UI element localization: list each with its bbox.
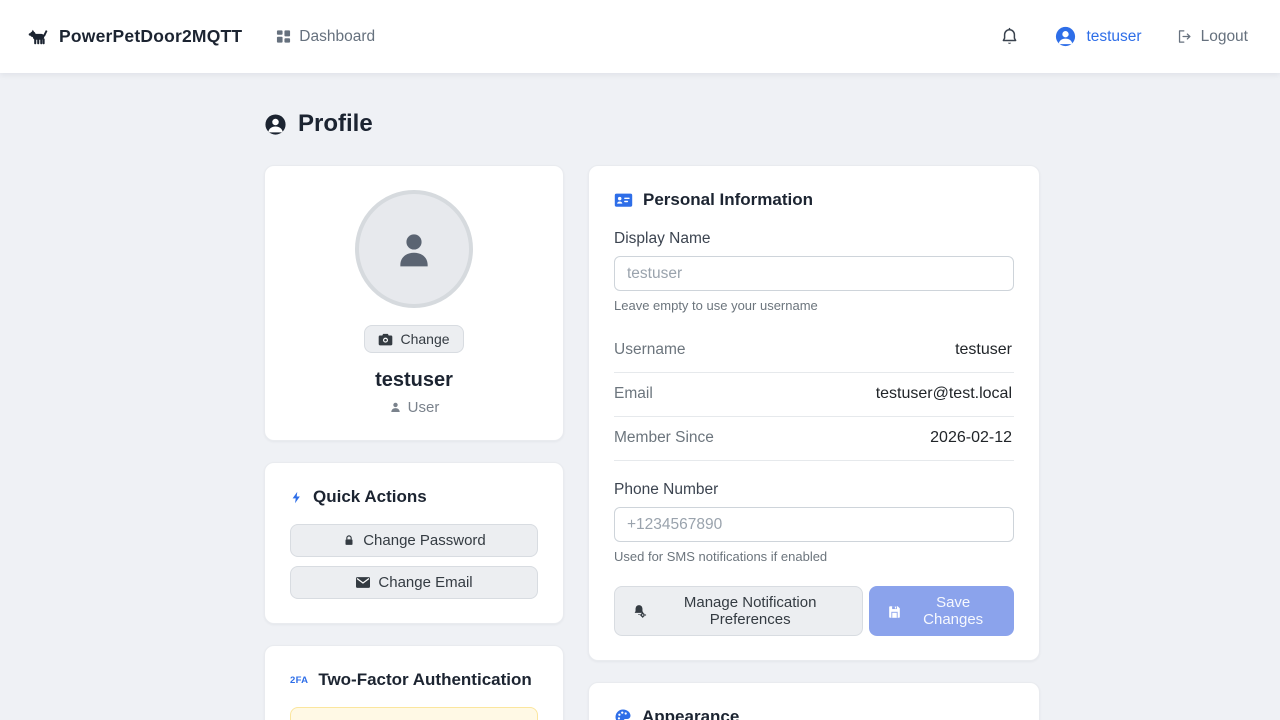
left-column: Change testuser User Quick Actions Chang… <box>264 165 564 720</box>
personal-info-card: Personal Information Display Name Leave … <box>588 165 1040 661</box>
member-since-value: 2026-02-12 <box>930 429 1012 446</box>
display-name-input[interactable] <box>614 256 1014 291</box>
info-row-username: Username testuser <box>614 329 1014 373</box>
nav-dashboard-link[interactable]: Dashboard <box>276 28 375 46</box>
save-changes-button[interactable]: Save Changes <box>869 586 1014 636</box>
lightning-icon <box>290 489 303 506</box>
email-value: testuser@test.local <box>875 385 1012 402</box>
main-content: Profile Change testuser User Quick Actio… <box>264 110 1040 720</box>
save-changes-label: Save Changes <box>923 594 984 628</box>
profile-display-name: testuser <box>375 369 453 391</box>
envelope-icon <box>355 576 371 589</box>
profile-role: User <box>290 399 538 416</box>
grid-icon <box>276 29 291 44</box>
phone-number-input[interactable] <box>614 507 1014 542</box>
quick-actions-card: Quick Actions Change Password Change Ema… <box>264 462 564 624</box>
notifications-button[interactable] <box>999 26 1020 47</box>
display-name-help: Leave empty to use your username <box>614 298 818 313</box>
member-since-label: Member Since <box>614 429 714 446</box>
navbar: PowerPetDoor2MQTT Dashboard testuser Log… <box>0 0 1280 73</box>
phone-number-label: Phone Number <box>614 481 719 498</box>
manage-notifications-label: Manage Notification Preferences <box>683 594 817 628</box>
profile-role-label: User <box>407 399 440 416</box>
profile-card: Change testuser User <box>264 165 564 441</box>
camera-icon <box>378 333 393 346</box>
right-column: Personal Information Display Name Leave … <box>588 165 1040 720</box>
logout-label: Logout <box>1200 27 1248 45</box>
nav-dashboard-label: Dashboard <box>299 27 376 45</box>
change-password-button[interactable]: Change Password <box>290 524 538 557</box>
two-factor-title-text: Two-Factor Authentication <box>318 670 532 689</box>
appearance-title-text: Appearance <box>642 707 740 720</box>
logout-icon <box>1176 28 1193 45</box>
brand-title: PowerPetDoor2MQTT <box>59 26 243 46</box>
logout-link[interactable]: Logout <box>1176 28 1248 46</box>
quick-actions-title-text: Quick Actions <box>313 487 427 506</box>
avatar <box>355 190 473 308</box>
lock-icon <box>342 533 356 548</box>
person-circle-icon <box>264 113 287 136</box>
nav-username: testuser <box>1086 27 1142 45</box>
info-row-member-since: Member Since 2026-02-12 <box>614 417 1014 461</box>
change-avatar-label: Change <box>400 331 450 347</box>
quick-actions-title: Quick Actions <box>290 487 538 507</box>
change-avatar-button[interactable]: Change <box>364 325 464 353</box>
manage-notifications-button[interactable]: Manage Notification Preferences <box>614 586 864 636</box>
two-factor-title: 2FA Two-Factor Authentication <box>290 670 538 690</box>
id-card-icon <box>614 192 633 208</box>
account-info-list: Username testuser Email testuser@test.lo… <box>614 329 1014 461</box>
bell-icon <box>999 26 1020 47</box>
change-email-button[interactable]: Change Email <box>290 566 538 599</box>
change-email-label: Change Email <box>378 574 473 591</box>
phone-number-help: Used for SMS notifications if enabled <box>614 549 828 564</box>
two-factor-warning-box <box>290 707 538 720</box>
username-value: testuser <box>955 341 1012 358</box>
user-circle-icon <box>1054 25 1077 48</box>
page-title: Profile <box>264 110 1040 138</box>
personal-info-title: Personal Information <box>614 190 1014 210</box>
email-label: Email <box>614 385 653 402</box>
change-password-label: Change Password <box>363 532 486 549</box>
person-icon <box>388 223 440 275</box>
palette-icon <box>614 708 632 720</box>
floppy-icon <box>887 604 902 619</box>
dog-icon <box>28 28 50 46</box>
person-small-icon <box>389 401 402 414</box>
username-label: Username <box>614 341 686 358</box>
appearance-title: Appearance <box>614 707 1014 720</box>
info-row-email: Email testuser@test.local <box>614 373 1014 417</box>
personal-info-title-text: Personal Information <box>643 190 814 209</box>
appearance-card: Appearance <box>588 682 1040 720</box>
brand[interactable]: PowerPetDoor2MQTT <box>28 26 242 47</box>
nav-user-link[interactable]: testuser <box>1054 25 1142 48</box>
bell-gear-icon <box>631 603 647 619</box>
display-name-label: Display Name <box>614 230 711 247</box>
two-factor-card: 2FA Two-Factor Authentication <box>264 645 564 720</box>
page-title-text: Profile <box>298 110 373 137</box>
2fa-icon: 2FA <box>290 674 309 686</box>
